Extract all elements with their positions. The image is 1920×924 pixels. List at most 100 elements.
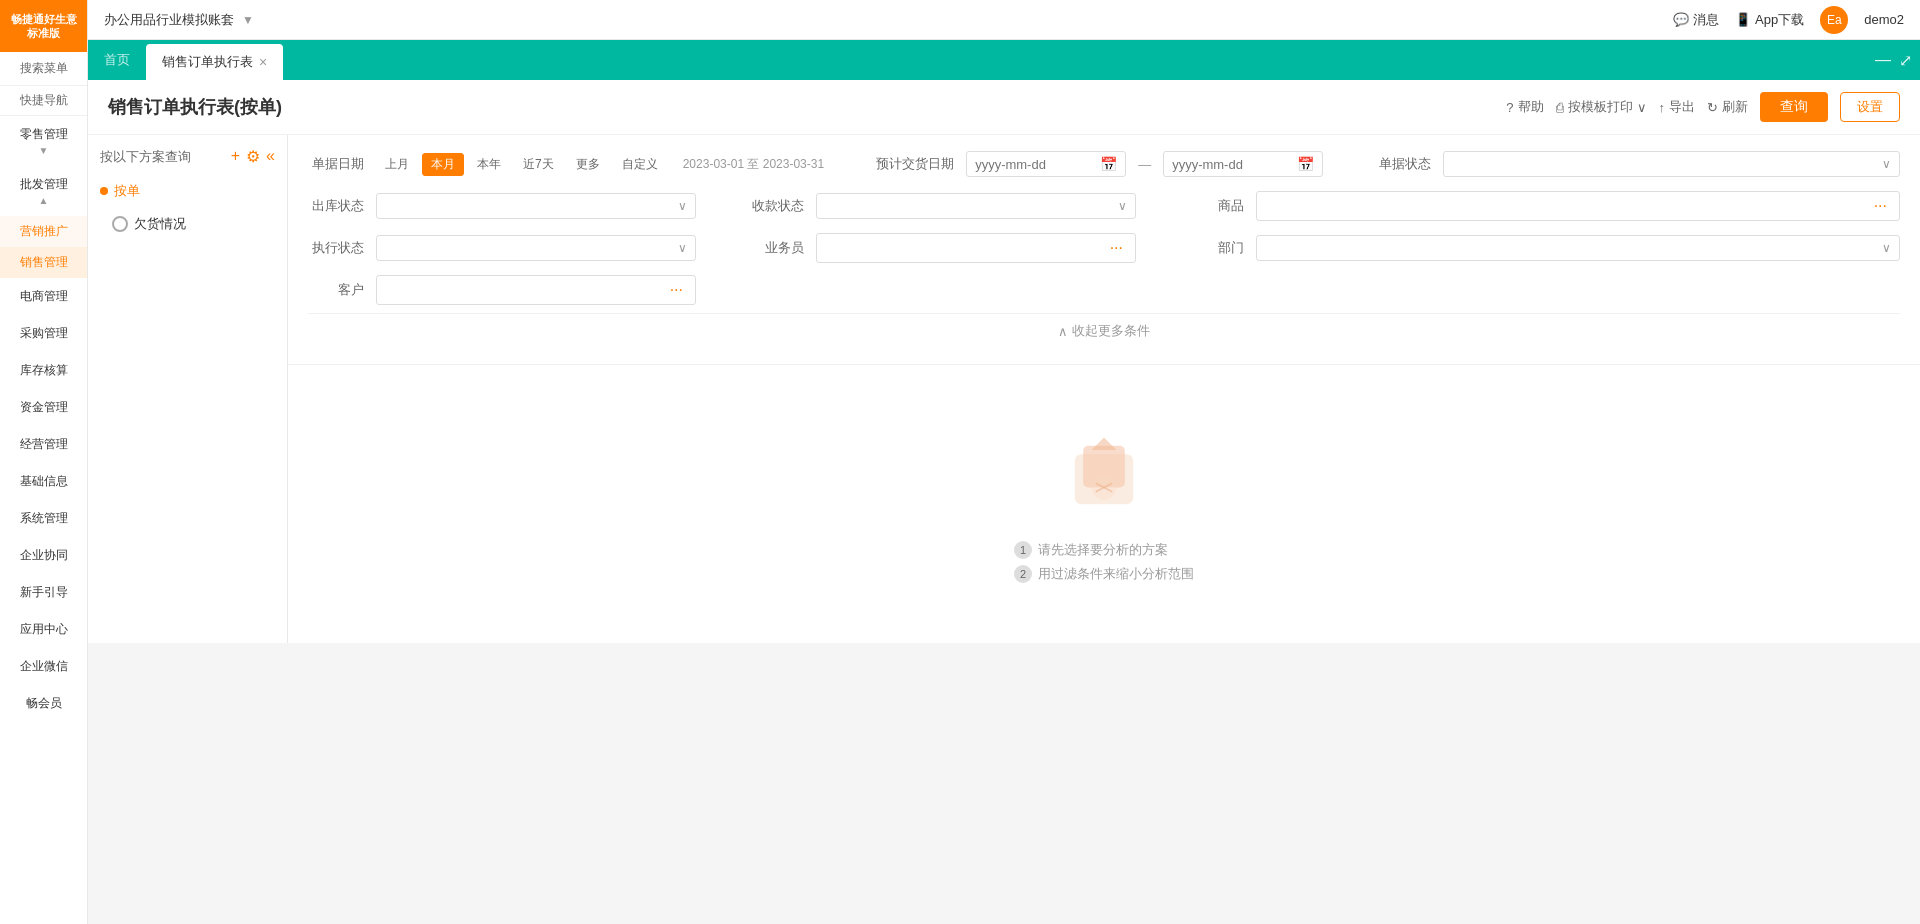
left-panel-header: 按以下方案查询 + ⚙ « [88,147,287,174]
expected-date-start-input[interactable]: 📅 [966,151,1126,177]
main-area: 办公用品行业模拟账套 ▼ 💬 消息 📱 App下载 Ea demo2 首页 销售… [88,0,1920,924]
payment-dropdown-icon: ∨ [1118,199,1127,213]
empty-tip-2: 2 用过滤条件来缩小分析范围 [1014,565,1194,583]
setting-button[interactable]: 设置 [1840,92,1900,122]
sidebar-quick-nav[interactable]: 快捷导航 [0,86,87,116]
sidebar-item-newbie[interactable]: 新手引导 [0,574,87,611]
date-btn-current-month[interactable]: 本月 [422,153,464,176]
sidebar-item-appstore[interactable]: 应用中心 [0,611,87,648]
left-panel: 按以下方案查询 + ⚙ « 按单 欠货情况 [88,135,288,643]
tab-bar: 首页 销售订单执行表 × — ⤢ [88,40,1920,80]
date-btn-current-year[interactable]: 本年 [468,153,510,176]
sidebar-sub-sales[interactable]: 销售管理 [0,247,87,278]
svg-marker-2 [1092,438,1117,451]
active-dot [100,187,108,195]
delivery-status-select[interactable]: ∨ [376,193,696,219]
tab-minimize-button[interactable]: — [1875,51,1891,69]
date-separator: — [1138,157,1151,172]
sidebar-item-wechat[interactable]: 企业微信 [0,648,87,685]
sidebar-item-operation[interactable]: 经营管理 [0,426,87,463]
help-button[interactable]: ? 帮助 [1506,98,1543,116]
goods-label: 商品 [1188,197,1244,215]
empty-state: 1 请先选择要分析的方案 2 用过滤条件来缩小分析范围 [288,365,1920,643]
order-status-select[interactable]: ∨ [1443,151,1900,177]
left-panel-item-debt[interactable]: 欠货情况 [88,208,287,240]
query-button[interactable]: 查询 [1760,92,1828,122]
collapse-bar[interactable]: ∧ 收起更多条件 [308,313,1900,348]
export-icon: ↑ [1659,100,1666,115]
exec-status-select[interactable]: ∨ [376,235,696,261]
date-start-field[interactable] [975,157,1096,172]
tab-bar-actions: — ⤢ [1875,51,1920,70]
page-header: 销售订单执行表(按单) ? 帮助 ⎙ 按模板打印 ∨ ↑ 导出 ↻ 刷新 [88,80,1920,135]
order-status-dropdown-icon: ∨ [1882,157,1891,171]
avatar[interactable]: Ea [1820,6,1848,34]
goods-more-icon[interactable]: ··· [1870,197,1891,215]
customer-more-icon[interactable]: ··· [666,281,687,299]
sidebar-search[interactable]: 搜索菜单 [0,52,87,86]
sidebar-item-basic[interactable]: 基础信息 [0,463,87,500]
calendar-end-icon: 📅 [1297,156,1314,172]
salesperson-label: 业务员 [748,239,804,257]
filter-row-4: 客户 ··· [308,275,1900,305]
sidebar-item-purchase[interactable]: 采购管理 [0,315,87,352]
sidebar-item-member[interactable]: 畅会员 [0,685,87,722]
expected-date-end-input[interactable]: 📅 [1163,151,1323,177]
settings-scheme-icon[interactable]: ⚙ [246,147,260,166]
date-btn-last-month[interactable]: 上月 [376,153,418,176]
username[interactable]: demo2 [1864,12,1904,27]
customer-label: 客户 [308,281,364,299]
payment-status-select[interactable]: ∨ [816,193,1136,219]
dept-select[interactable]: ∨ [1256,235,1900,261]
delivery-status-label: 出库状态 [308,197,364,215]
sidebar-item-finance[interactable]: 资金管理 [0,389,87,426]
sidebar-item-inventory[interactable]: 库存核算 [0,352,87,389]
content-area: 销售订单执行表(按单) ? 帮助 ⎙ 按模板打印 ∨ ↑ 导出 ↻ 刷新 [88,80,1920,924]
tab-maximize-button[interactable]: ⤢ [1899,51,1912,70]
refresh-button[interactable]: ↻ 刷新 [1707,98,1748,116]
left-panel-item-press-order[interactable]: 按单 [88,174,287,208]
calendar-start-icon: 📅 [1100,156,1117,172]
chevron-icon: ▼ [39,145,49,156]
filter-row-3: 执行状态 ∨ 业务员 ··· 部门 ∨ [308,233,1900,263]
sidebar-sub-marketing[interactable]: 营销推广 [0,216,87,247]
logo-text: 畅捷通好生意 标准版 [11,12,77,41]
tab-close-icon[interactable]: × [259,54,267,70]
date-btn-more[interactable]: 更多 [567,153,609,176]
date-end-field[interactable] [1172,157,1293,172]
date-label: 单据日期 [308,155,364,173]
tab-home[interactable]: 首页 [88,40,146,80]
salesperson-select[interactable]: ··· [816,233,1136,263]
print-button[interactable]: ⎙ 按模板打印 ∨ [1556,98,1647,116]
add-scheme-icon[interactable]: + [231,147,240,166]
sidebar-item-enterprise[interactable]: 企业协同 [0,537,87,574]
app-icon: 📱 [1735,12,1751,27]
delivery-dropdown-icon: ∨ [678,199,687,213]
tab-sales-order[interactable]: 销售订单执行表 × [146,44,283,80]
date-filter: 上月 本月 本年 近7天 更多 自定义 [376,153,667,176]
sidebar-item-ecommerce[interactable]: 电商管理 [0,278,87,315]
app-download-button[interactable]: 📱 App下载 [1735,11,1804,29]
collapse-panel-icon[interactable]: « [266,147,275,166]
app-title: 办公用品行业模拟账套 [104,11,234,29]
help-icon: ? [1506,100,1513,115]
title-dropdown-icon[interactable]: ▼ [242,13,254,27]
dept-label: 部门 [1188,239,1244,257]
goods-select[interactable]: ··· [1256,191,1900,221]
page-actions: ? 帮助 ⎙ 按模板打印 ∨ ↑ 导出 ↻ 刷新 查询 设置 [1506,92,1900,122]
export-button[interactable]: ↑ 导出 [1659,98,1696,116]
sidebar-item-retail[interactable]: 零售管理 ▼ [0,116,87,166]
print-icon: ⎙ [1556,100,1564,115]
salesperson-more-icon[interactable]: ··· [1106,239,1127,257]
header-left: 办公用品行业模拟账套 ▼ [104,11,254,29]
dept-dropdown-icon: ∨ [1882,241,1891,255]
customer-select[interactable]: ··· [376,275,696,305]
date-btn-last-7[interactable]: 近7天 [514,153,563,176]
message-button[interactable]: 💬 消息 [1673,11,1719,29]
refresh-icon: ↻ [1707,100,1718,115]
expected-date-label: 预计交货日期 [876,155,954,173]
sidebar-item-wholesale[interactable]: 批发管理 ▲ [0,166,87,216]
header-right: 💬 消息 📱 App下载 Ea demo2 [1673,6,1904,34]
date-btn-custom[interactable]: 自定义 [613,153,667,176]
sidebar-item-system[interactable]: 系统管理 [0,500,87,537]
